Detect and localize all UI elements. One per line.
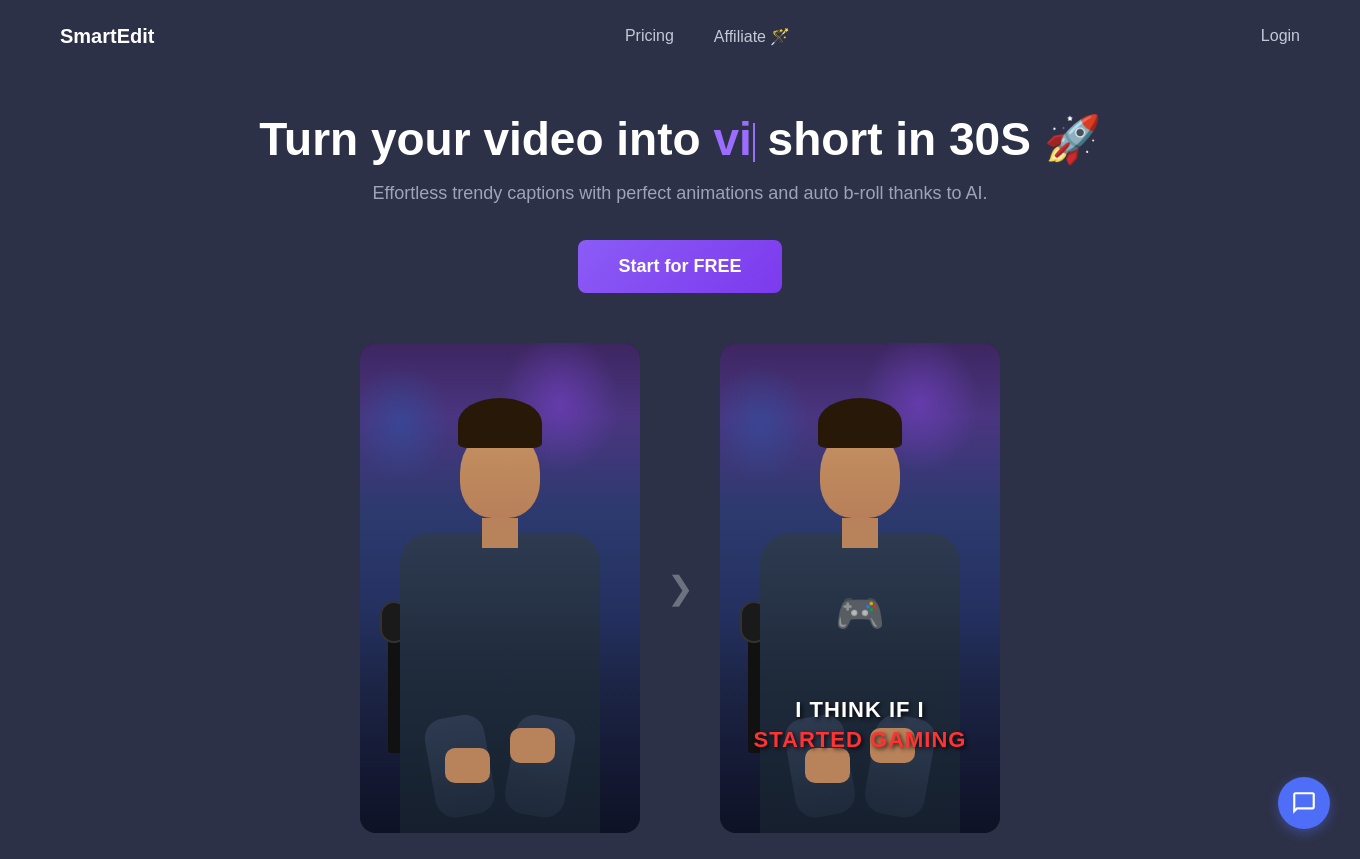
torso-right (760, 533, 960, 833)
person-shape-left (370, 373, 630, 833)
cta-bold: FREE (694, 256, 742, 276)
hero-section: Turn your video into vi short in 30S 🚀 E… (0, 72, 1360, 343)
cta-button[interactable]: Start for FREE (578, 240, 781, 293)
hair-right (818, 398, 902, 448)
hand-left-right (805, 748, 850, 783)
nav-login[interactable]: Login (1261, 27, 1300, 45)
video-card-before (360, 343, 640, 833)
logo[interactable]: SmartEdit (60, 25, 154, 48)
hero-title: Turn your video into vi short in 30S 🚀 (20, 112, 1340, 167)
neck-left (482, 518, 518, 548)
chat-icon (1291, 790, 1317, 816)
video-after-bg: 🎮 I THINK IF I STARTED GAMING (720, 343, 1000, 833)
nav-link-affiliate[interactable]: Affiliate 🪄 (714, 27, 791, 46)
hand-right-left (510, 728, 555, 763)
chat-button[interactable] (1278, 777, 1330, 829)
nav-links: Pricing Affiliate 🪄 (625, 27, 791, 46)
neck-right (842, 518, 878, 548)
arrow-divider: ❯ (640, 569, 720, 607)
hair-left (458, 398, 542, 448)
hero-title-after: short in 30S 🚀 (755, 113, 1101, 165)
video-card-after: 🎮 I THINK IF I STARTED GAMING (720, 343, 1000, 833)
hero-title-before: Turn your video into (259, 113, 713, 165)
caption-line2: STARTED GAMING (730, 727, 990, 753)
gaming-icon: 🎮 (835, 589, 885, 636)
caption-line1: I THINK IF I (730, 697, 990, 723)
hand-left-left (445, 748, 490, 783)
caption-overlay: I THINK IF I STARTED GAMING (720, 697, 1000, 753)
nav-link-pricing[interactable]: Pricing (625, 27, 674, 45)
navbar: SmartEdit Pricing Affiliate 🪄 Login (0, 0, 1360, 72)
hero-title-highlight: vi (713, 113, 754, 165)
video-comparison: ❯ 🎮 I THINK IF I STA (0, 343, 1360, 833)
hero-subtitle: Effortless trendy captions with perfect … (20, 183, 1340, 204)
video-before-bg (360, 343, 640, 833)
torso-left (400, 533, 600, 833)
chevron-right-icon: ❯ (667, 569, 694, 607)
cta-prefix: Start for (618, 256, 693, 276)
